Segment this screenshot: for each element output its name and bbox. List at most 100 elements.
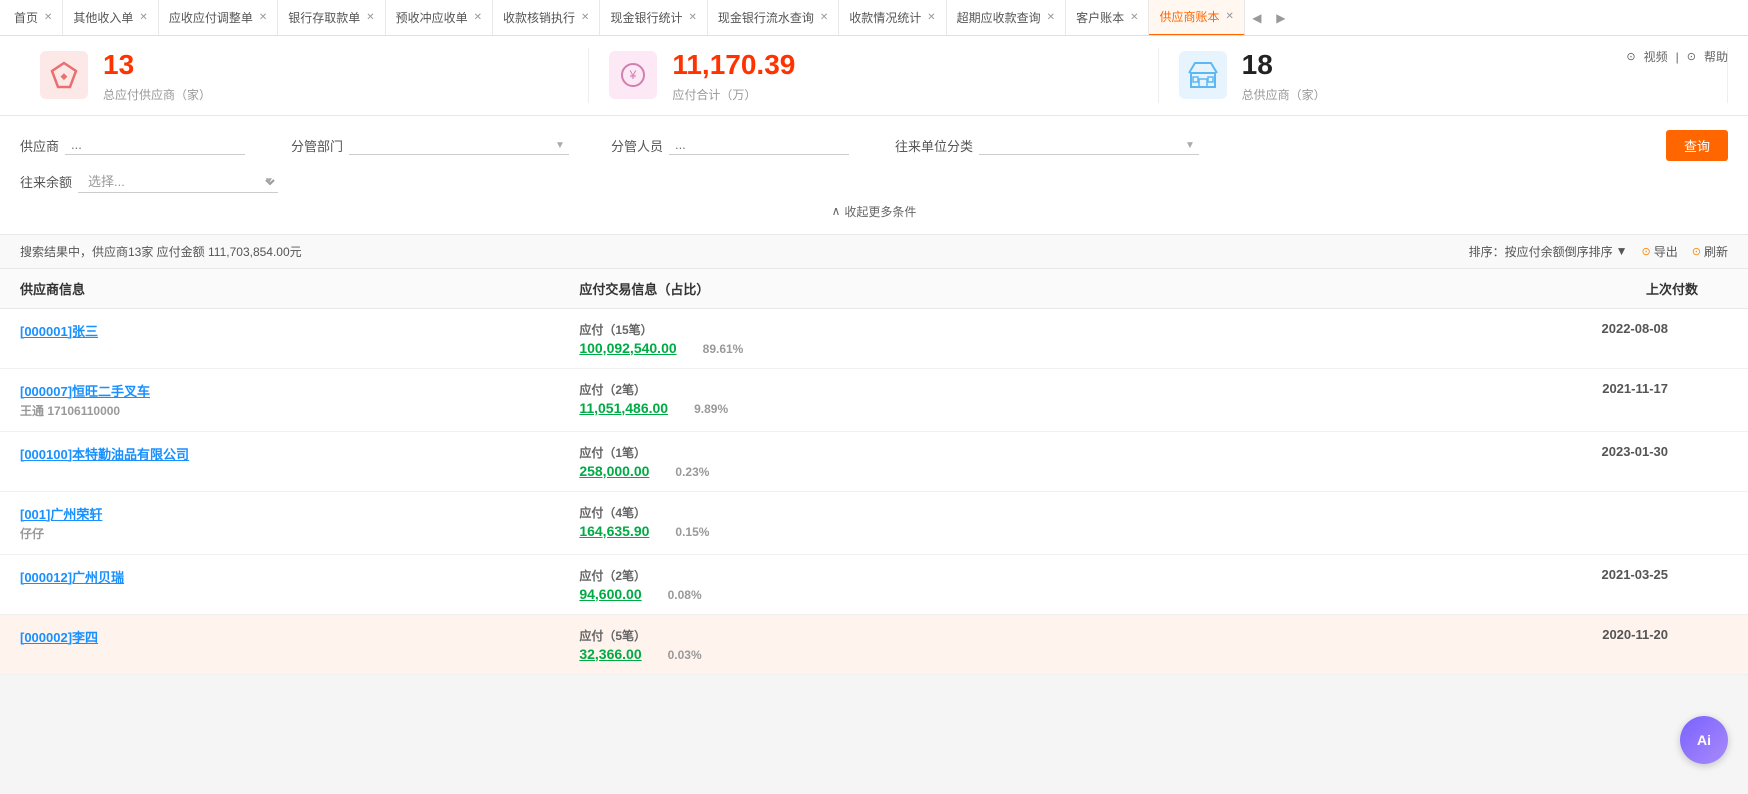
- supplier-name-link[interactable]: [001]广州荣轩: [20, 504, 579, 523]
- video-link[interactable]: 视频: [1644, 48, 1668, 65]
- supplier-filter-input[interactable]: [65, 135, 245, 155]
- ai-assistant-button[interactable]: Ai: [1680, 716, 1728, 764]
- supplier-name-link[interactable]: [000100]本特勤油品有限公司: [20, 444, 579, 463]
- nav-tab-supplier-ledger[interactable]: 供应商账本 ✕: [1149, 0, 1244, 36]
- last-pay-date: 2021-03-25: [1325, 567, 1698, 582]
- supplier-name-link[interactable]: [000012]广州贝瑞: [20, 567, 579, 586]
- table-row[interactable]: [000002]李四 应付（5笔） 32,366.00 0.03% 2020-1…: [0, 615, 1748, 675]
- circle-icon-2: ⊙: [1687, 50, 1696, 63]
- person-filter-input[interactable]: [669, 135, 849, 155]
- nav-tab-prepay-ar[interactable]: 预收冲应收单 ✕: [386, 0, 493, 36]
- nav-arrow-left[interactable]: ◀: [1245, 0, 1269, 36]
- close-tab-prepay-ar[interactable]: ✕: [474, 12, 482, 23]
- nav-tab-collection-stat[interactable]: 收款情况统计 ✕: [839, 0, 946, 36]
- close-tab-cash-stat[interactable]: ✕: [688, 12, 696, 23]
- refresh-button[interactable]: ⊙ 刷新: [1692, 243, 1728, 260]
- balance-filter-select[interactable]: 选择...: [78, 171, 278, 193]
- payable-total-label: 应付合计（万）: [672, 86, 795, 103]
- filter-person: 分管人员: [611, 135, 849, 155]
- svg-text:¥: ¥: [629, 68, 637, 82]
- filter-category: 往来单位分类 ▼: [895, 135, 1195, 155]
- sort-button[interactable]: 排序：按应付余额倒序排序 ▼: [1469, 243, 1628, 260]
- supplier-name-link[interactable]: [000002]李四: [20, 627, 579, 646]
- nav-tab-collection-verify[interactable]: 收款核销执行 ✕: [493, 0, 600, 36]
- last-pay-date: 2023-01-30: [1325, 444, 1698, 459]
- refresh-label: 刷新: [1704, 243, 1728, 260]
- supplier-name-link[interactable]: [000007]恒旺二手叉车: [20, 381, 579, 400]
- export-button[interactable]: ⊙ 导出: [1642, 243, 1678, 260]
- total-supplier-label: 总供应商（家）: [1242, 86, 1326, 103]
- collapse-button[interactable]: ∧ 收起更多条件: [20, 203, 1728, 220]
- trans-percent: 0.08%: [668, 588, 702, 602]
- nav-tab-bank-deposit[interactable]: 银行存取款单 ✕: [278, 0, 385, 36]
- close-tab-collection-stat[interactable]: ✕: [927, 12, 935, 23]
- query-button[interactable]: 查询: [1666, 130, 1728, 161]
- help-link[interactable]: 帮助: [1704, 48, 1728, 65]
- category-filter-input[interactable]: [979, 135, 1199, 155]
- close-tab-bank-deposit[interactable]: ✕: [366, 12, 374, 23]
- chevron-up-icon: ∧: [832, 204, 841, 218]
- close-tab-other-income[interactable]: ✕: [139, 12, 147, 23]
- table-row[interactable]: [000012]广州贝瑞 应付（2笔） 94,600.00 0.08% 2021…: [0, 555, 1748, 615]
- trans-amount[interactable]: 100,092,540.00: [579, 340, 676, 356]
- close-tab-customer-ledger[interactable]: ✕: [1130, 12, 1138, 23]
- payable-total-amount: 11,170.39: [672, 48, 795, 82]
- nav-tab-ar-ap-adjust[interactable]: 应收应付调整单 ✕: [159, 0, 278, 36]
- nav-tab-customer-ledger[interactable]: 客户账本 ✕: [1066, 0, 1149, 36]
- circle-icon: ⊙: [1626, 50, 1635, 63]
- nav-arrow-right[interactable]: ▶: [1269, 0, 1293, 36]
- dept-filter-input[interactable]: [349, 135, 569, 155]
- summary-item-payable-total: ¥ 11,170.39 应付合计（万）: [589, 48, 1158, 103]
- trans-amount[interactable]: 164,635.90: [579, 523, 649, 539]
- filter-supplier: 供应商: [20, 135, 245, 155]
- close-tab-supplier-ledger[interactable]: ✕: [1225, 11, 1233, 22]
- trans-label: 应付（2笔）: [579, 381, 1325, 398]
- filter-row-1: 供应商 分管部门 ▼ 分管人员 往来单位分类 ▼ 查询: [20, 130, 1728, 161]
- trans-percent: 0.23%: [675, 465, 709, 479]
- svg-text:◆: ◆: [61, 71, 68, 81]
- filter-row-2: 往来余额 选择... ▼: [20, 171, 1728, 193]
- balance-filter-label: 往来余额: [20, 172, 72, 191]
- result-summary-text: 搜索结果中，供应商13家 应付金额 111,703,854.00元: [20, 243, 302, 260]
- trans-amount[interactable]: 258,000.00: [579, 463, 649, 479]
- header-transaction-info: 应付交易信息（占比）: [579, 279, 1325, 298]
- close-tab-ar-ap-adjust[interactable]: ✕: [259, 12, 267, 23]
- nav-tab-overdue-ar[interactable]: 超期应收款查询 ✕: [947, 0, 1066, 36]
- summary-bar: ◆ 13 总应付供应商（家） ¥ 11,170.39 应付合计（万）: [0, 36, 1748, 116]
- trans-amount[interactable]: 11,051,486.00: [579, 400, 668, 416]
- supplier-name-link[interactable]: [000001]张三: [20, 321, 579, 340]
- dept-filter-label: 分管部门: [291, 136, 343, 155]
- export-icon: ⊙: [1642, 245, 1651, 258]
- nav-tab-cash-stat[interactable]: 现金银行统计 ✕: [600, 0, 707, 36]
- header-last-payment: 上次付数: [1325, 279, 1728, 298]
- export-label: 导出: [1654, 243, 1678, 260]
- trans-percent: 9.89%: [694, 402, 728, 416]
- close-tab-cash-flow[interactable]: ✕: [820, 12, 828, 23]
- supplier-filter-label: 供应商: [20, 136, 59, 155]
- table-row[interactable]: [000100]本特勤油品有限公司 应付（1笔） 258,000.00 0.23…: [0, 432, 1748, 492]
- trans-amount[interactable]: 94,600.00: [579, 586, 641, 602]
- table-row[interactable]: [000001]张三 应付（15笔） 100,092,540.00 89.61%…: [0, 309, 1748, 369]
- sort-label: 排序：按应付余额倒序排序: [1469, 243, 1613, 260]
- last-pay-date: 2020-11-20: [1325, 627, 1698, 642]
- table-row[interactable]: [001]广州荣轩 仔仔 应付（4笔） 164,635.90 0.15%: [0, 492, 1748, 555]
- category-filter-label: 往来单位分类: [895, 136, 973, 155]
- trans-label: 应付（2笔）: [579, 567, 1325, 584]
- close-tab-overdue-ar[interactable]: ✕: [1047, 12, 1055, 23]
- close-tab-home[interactable]: ✕: [44, 12, 52, 23]
- summary-item-payable-suppliers: ◆ 13 总应付供应商（家）: [20, 48, 589, 103]
- ai-label: Ai: [1697, 732, 1711, 748]
- supplier-contact: 仔仔: [20, 525, 579, 542]
- trans-percent: 0.15%: [675, 525, 709, 539]
- nav-tab-other-income[interactable]: 其他收入单 ✕: [63, 0, 158, 36]
- close-tab-collection-verify[interactable]: ✕: [581, 12, 589, 23]
- data-table: 供应商信息 应付交易信息（占比） 上次付数 [000001]张三 应付（15笔）…: [0, 269, 1748, 675]
- table-row[interactable]: [000007]恒旺二手叉车 王通 17106110000 应付（2笔） 11,…: [0, 369, 1748, 432]
- nav-tab-home[interactable]: 首页 ✕: [4, 0, 63, 36]
- table-header: 供应商信息 应付交易信息（占比） 上次付数: [0, 269, 1748, 309]
- store-icon: [1179, 51, 1227, 99]
- nav-tab-cash-flow[interactable]: 现金银行流水查询 ✕: [708, 0, 839, 36]
- header-supplier-info: 供应商信息: [20, 279, 579, 298]
- total-supplier-count: 18: [1242, 48, 1326, 82]
- trans-amount[interactable]: 32,366.00: [579, 646, 641, 662]
